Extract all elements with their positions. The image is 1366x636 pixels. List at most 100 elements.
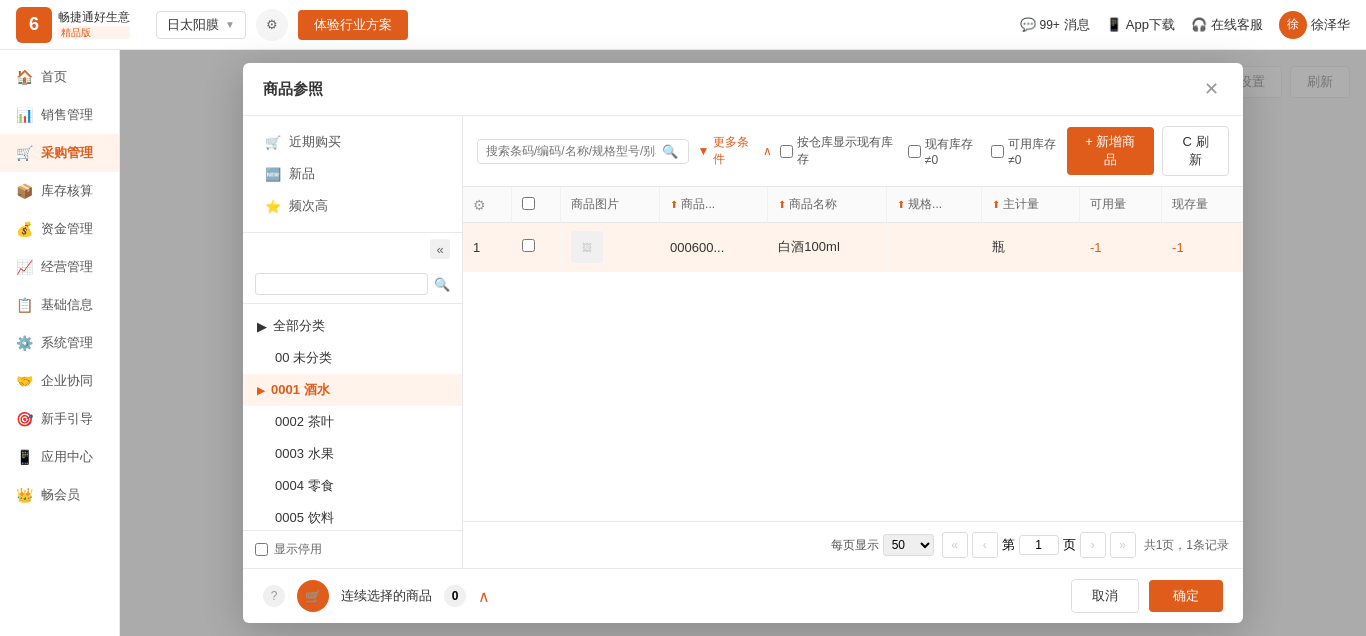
td-code: 000600... — [660, 223, 768, 272]
star-icon-sm: ⭐ — [265, 199, 281, 214]
page-nav: « ‹ 第 页 › » — [942, 532, 1136, 558]
confirm-button[interactable]: 确定 — [1149, 580, 1223, 612]
cat-item-all[interactable]: ▶ 全部分类 — [243, 310, 462, 342]
selected-count-badge: 0 — [444, 585, 466, 607]
online-service-item[interactable]: 🎧 在线客服 — [1191, 16, 1263, 34]
try-industry-button[interactable]: 体验行业方案 — [298, 10, 408, 40]
prev-page-button[interactable]: ‹ — [972, 532, 998, 558]
recent-item-purchase[interactable]: 🛒 近期购买 — [253, 126, 452, 158]
help-icon[interactable]: ? — [263, 585, 285, 607]
cat-item-0005[interactable]: 0005 饮料 — [243, 502, 462, 530]
td-stock: -1 — [1162, 223, 1243, 272]
modal-close-button[interactable]: ✕ — [1199, 77, 1223, 101]
display-disabled-checkbox[interactable] — [255, 543, 268, 556]
product-thumbnail: 🖼 — [571, 231, 603, 263]
cat-item-uncategorized[interactable]: 00 未分类 — [243, 342, 462, 374]
continuous-select-label: 连续选择的商品 — [341, 587, 432, 605]
checkbox-warehouse-label[interactable]: 按仓库显示现有库存 — [780, 134, 900, 168]
first-page-button[interactable]: « — [942, 532, 968, 558]
checkbox-available-label[interactable]: 现有库存≠0 — [908, 136, 983, 167]
th-image-sort: 商品图片 — [571, 197, 619, 211]
notifications-item[interactable]: 💬 99+ 消息 — [1020, 16, 1090, 34]
nav-right: 💬 99+ 消息 📱 App下载 🎧 在线客服 徐 徐泽华 — [1020, 11, 1351, 39]
new-icon-sm: 🆕 — [265, 167, 281, 182]
td-index: 1 — [463, 223, 511, 272]
sidebar-item-basic-info[interactable]: 📋 基础信息 — [0, 286, 119, 324]
modal-footer: ? 🛒 连续选择的商品 0 ∧ 取消 确定 — [243, 568, 1243, 623]
product-search-input[interactable] — [486, 144, 656, 158]
collapse-up-icon[interactable]: ∧ — [478, 587, 490, 606]
operations-icon: 📈 — [16, 259, 33, 275]
category-search-icon[interactable]: 🔍 — [434, 277, 450, 292]
product-search-box: 🔍 — [477, 139, 689, 164]
sort-icon-name: ⬆ — [778, 199, 786, 210]
cancel-button[interactable]: 取消 — [1071, 579, 1139, 613]
sidebar-item-guide[interactable]: 🎯 新手引导 — [0, 400, 119, 438]
member-icon: 👑 — [16, 487, 33, 503]
refresh-product-button[interactable]: C 刷新 — [1162, 126, 1229, 176]
collapse-left-button[interactable]: « — [430, 239, 450, 259]
sidebar-item-apps[interactable]: 📱 应用中心 — [0, 438, 119, 476]
category-list: ▶ 全部分类 00 未分类 ▶ 0001 酒水 — [243, 304, 462, 530]
th-image: 商品图片 — [560, 187, 659, 223]
sidebar-item-purchase[interactable]: 🛒 采购管理 — [0, 134, 119, 172]
modal-right-panel: 🔍 ▼ 更多条件 ∧ 按仓库显示现有库存 — [463, 116, 1243, 568]
page-size-select[interactable]: 10 20 50 100 — [883, 534, 934, 556]
td-image: 🖼 — [560, 223, 659, 272]
add-product-button[interactable]: + 新增商品 — [1067, 127, 1155, 175]
table-settings-icon[interactable]: ⚙ — [473, 197, 486, 213]
td-name: 白酒100ml — [768, 223, 887, 272]
checkbox-available[interactable] — [908, 145, 921, 158]
modal-title: 商品参照 — [263, 80, 323, 99]
checkbox-warehouse[interactable] — [780, 145, 793, 158]
cat-item-0001[interactable]: ▶ 0001 酒水 — [243, 374, 462, 406]
th-available: 可用量 — [1080, 187, 1162, 223]
cat-item-0002[interactable]: 0002 茶叶 — [243, 406, 462, 438]
checkbox-usable[interactable] — [991, 145, 1004, 158]
next-page-button[interactable]: › — [1080, 532, 1106, 558]
th-checkbox — [511, 187, 560, 223]
filter-button[interactable]: ▼ 更多条件 ∧ — [697, 134, 771, 168]
cart-button[interactable]: 🛒 — [297, 580, 329, 612]
sidebar-item-sales[interactable]: 📊 销售管理 — [0, 96, 119, 134]
sales-icon: 📊 — [16, 107, 33, 123]
footer-right: 取消 确定 — [1071, 579, 1223, 613]
checkbox-usable-label[interactable]: 可用库存≠0 — [991, 136, 1066, 167]
cat-item-0003[interactable]: 0003 水果 — [243, 438, 462, 470]
recent-item-new[interactable]: 🆕 新品 — [253, 158, 452, 190]
product-table: ⚙ 商品图片 — [463, 187, 1243, 272]
left-sidebar: 🏠 首页 📊 销售管理 🛒 采购管理 📦 库存核算 💰 资金管理 📈 经营管理 … — [0, 50, 120, 636]
user-item[interactable]: 徐 徐泽华 — [1279, 11, 1350, 39]
page-size-select-area: 每页显示 10 20 50 100 — [831, 534, 934, 556]
sidebar-item-enterprise[interactable]: 🤝 企业协同 — [0, 362, 119, 400]
recent-item-frequent[interactable]: ⭐ 频次高 — [253, 190, 452, 222]
gear-button[interactable]: ⚙ — [256, 9, 288, 41]
sidebar-item-finance[interactable]: 💰 资金管理 — [0, 210, 119, 248]
footer-left: ? 🛒 连续选择的商品 0 ∧ — [263, 580, 490, 612]
page-number-input[interactable] — [1019, 535, 1059, 555]
top-nav: 6 畅捷通好生意 精品版 日太阳膜 ▼ ⚙ 体验行业方案 💬 99+ 消息 📱 … — [0, 0, 1366, 50]
select-all-checkbox[interactable] — [522, 197, 535, 210]
sidebar-item-member[interactable]: 👑 畅会员 — [0, 476, 119, 514]
image-placeholder-icon: 🖼 — [582, 242, 592, 253]
nav-selector[interactable]: 日太阳膜 ▼ — [156, 11, 246, 39]
sidebar-item-inventory[interactable]: 📦 库存核算 — [0, 172, 119, 210]
search-icon[interactable]: 🔍 — [662, 144, 678, 159]
td-unit: 瓶 — [982, 223, 1080, 272]
category-search-input[interactable] — [255, 273, 428, 295]
table-row[interactable]: 1 🖼 — [463, 223, 1243, 272]
guide-icon: 🎯 — [16, 411, 33, 427]
notifications-label: 消息 — [1064, 16, 1090, 34]
last-page-button[interactable]: » — [1110, 532, 1136, 558]
app-download-item[interactable]: 📱 App下载 — [1106, 16, 1175, 34]
sidebar-item-system[interactable]: ⚙️ 系统管理 — [0, 324, 119, 362]
filter-up-arrow-icon: ∧ — [763, 144, 772, 158]
modal-left-panel: 🛒 近期购买 🆕 新品 ⭐ 频次高 — [243, 116, 463, 568]
sidebar-item-operations[interactable]: 📈 经营管理 — [0, 248, 119, 286]
sidebar-item-home[interactable]: 🏠 首页 — [0, 58, 119, 96]
finance-icon: 💰 — [16, 221, 33, 237]
cat-item-0004[interactable]: 0004 零食 — [243, 470, 462, 502]
row-checkbox[interactable] — [522, 239, 535, 252]
main-layout: 🏠 首页 📊 销售管理 🛒 采购管理 📦 库存核算 💰 资金管理 📈 经营管理 … — [0, 50, 1366, 636]
product-table-container: ⚙ 商品图片 — [463, 187, 1243, 521]
